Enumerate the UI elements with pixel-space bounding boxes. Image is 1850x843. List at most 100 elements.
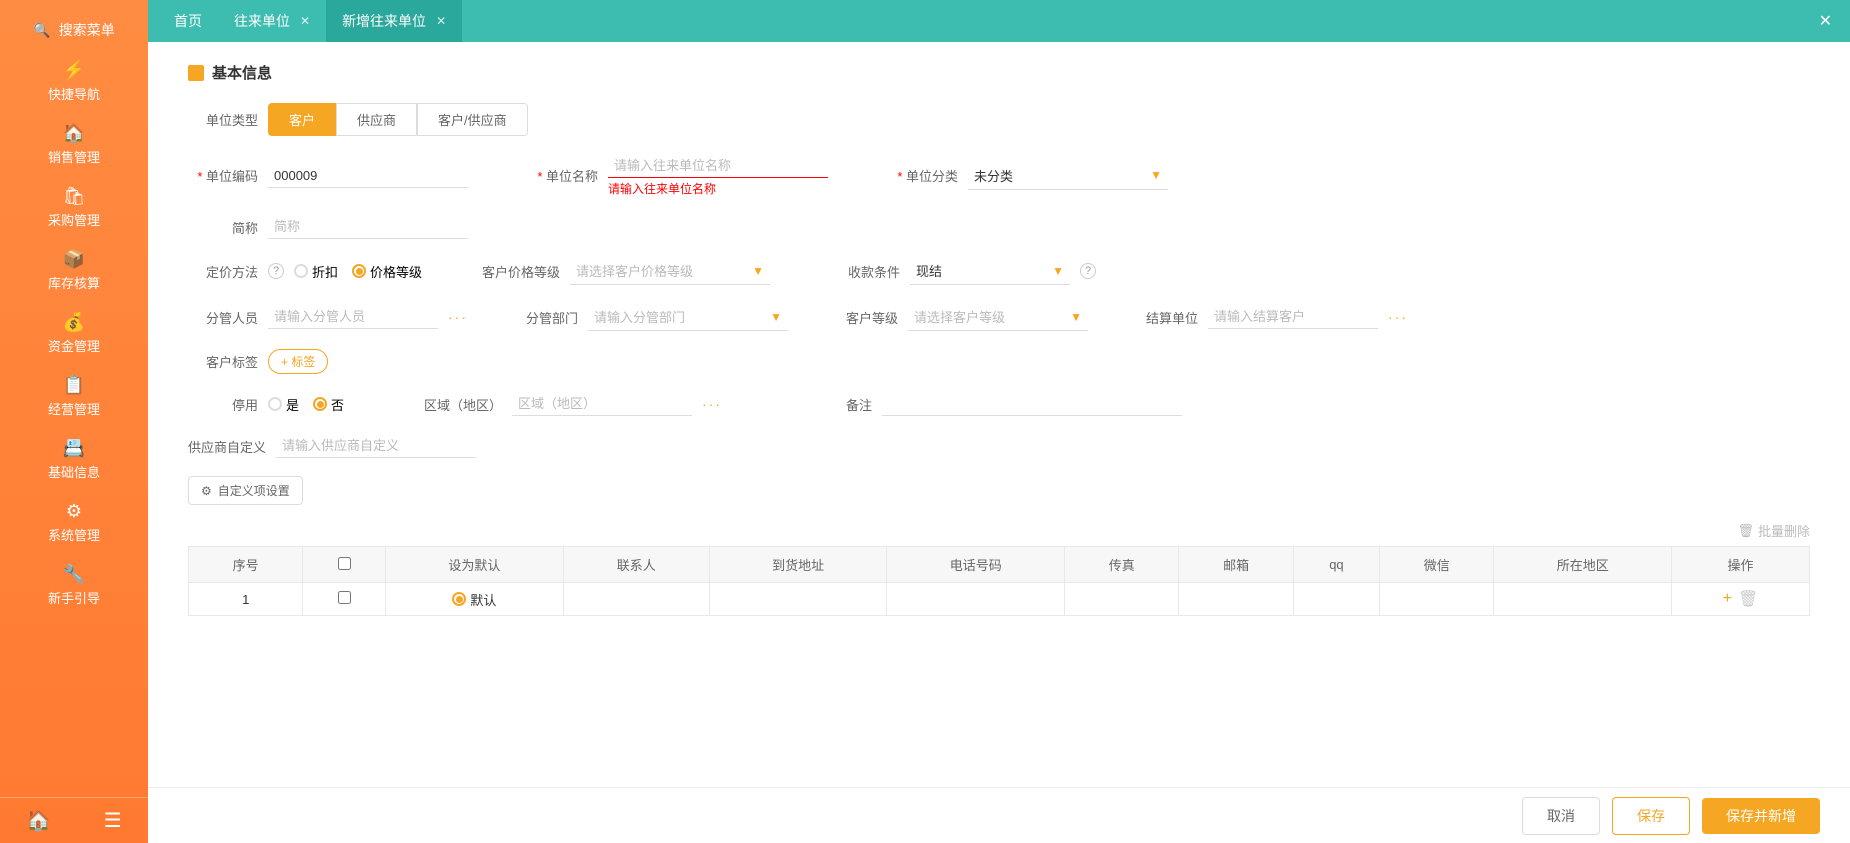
sales-icon: 🏠 [63, 123, 85, 144]
sidebar-item-label: 资金管理 [48, 336, 100, 355]
short-name-input[interactable] [268, 215, 468, 239]
bars-bottom-icon[interactable]: ☰ [104, 808, 122, 833]
customer-level-placeholder: 请选择客户等级 [914, 307, 1005, 326]
system-icon: ⚙ [66, 501, 82, 522]
disabled-no-radio[interactable]: 否 [313, 395, 344, 414]
row-delete-button[interactable]: 🗑 [1738, 589, 1758, 609]
sidebar-item-finance[interactable]: 💰 资金管理 [0, 302, 148, 365]
custom-settings-label: 自定义项设置 [218, 482, 290, 499]
settlement-more-btn[interactable]: ··· [1388, 309, 1408, 325]
region-more-btn[interactable]: ··· [702, 396, 722, 412]
section-title: 基本信息 [212, 62, 272, 83]
tab-counterparty-close[interactable]: ✕ [300, 14, 310, 28]
row-actions-cell: + 🗑 [1672, 583, 1810, 616]
sidebar-item-operations[interactable]: 📋 经营管理 [0, 365, 148, 428]
tab-bar: 首页 往来单位 ✕ 新增往来单位 ✕ ✕ [148, 0, 1850, 42]
section-header-icon [188, 65, 204, 81]
sidebar-item-label: 库存核算 [48, 273, 100, 292]
short-name-row: 简称 [188, 215, 1810, 239]
batch-delete-icon: 🗑 [1737, 523, 1754, 539]
row-address [709, 583, 887, 616]
supplier-custom-input[interactable] [276, 434, 476, 458]
tag-add-button[interactable]: + 标签 [268, 349, 328, 374]
code-input[interactable] [268, 164, 468, 188]
row-default-label: 默认 [470, 590, 496, 609]
tab-new-counterparty-close[interactable]: ✕ [436, 14, 446, 28]
customer-price-label: 客户价格等级 [482, 262, 560, 281]
sidebar-item-sales-mgmt[interactable]: 🏠 销售管理 [0, 113, 148, 176]
sidebar-item-basic-info[interactable]: 📇 基础信息 [0, 428, 148, 491]
row-phone [887, 583, 1065, 616]
payment-select[interactable]: 现结 ▼ [910, 257, 1070, 285]
row-default-radio[interactable]: 默认 [396, 590, 553, 609]
table-body: 1 默认 [189, 583, 1810, 616]
tab-new-counterparty[interactable]: 新增往来单位 ✕ [326, 0, 462, 42]
category-select[interactable]: 未分类 ▼ [968, 162, 1168, 190]
home-bottom-icon[interactable]: 🏠 [26, 808, 51, 833]
manager-more-btn[interactable]: ··· [448, 309, 468, 325]
save-button[interactable]: 保存 [1612, 797, 1690, 835]
customer-price-arrow: ▼ [752, 264, 764, 278]
type-btn-customer[interactable]: 客户 [268, 103, 336, 136]
inventory-icon: 📦 [63, 249, 85, 270]
custom-settings-button[interactable]: ⚙ 自定义项设置 [188, 476, 303, 505]
sidebar-item-system-mgmt[interactable]: ⚙ 系统管理 [0, 491, 148, 554]
row-fax [1065, 583, 1179, 616]
operations-icon: 📋 [63, 375, 85, 396]
content-area: 基本信息 单位类型 客户 供应商 客户/供应商 单位编码 单位名称 [148, 42, 1850, 787]
purchase-icon: 🛍 [63, 186, 86, 207]
sidebar-item-search-menu[interactable]: 🔍 搜索菜单 [0, 10, 148, 50]
sidebar-item-purchase-mgmt[interactable]: 🛍 采购管理 [0, 176, 148, 239]
disabled-yes-radio[interactable]: 是 [268, 395, 299, 414]
tab-home-label: 首页 [174, 11, 202, 31]
price-level-radio-circle [352, 264, 366, 278]
pricing-label: 定价方法 [188, 262, 258, 281]
row-actions: + 🗑 [1682, 589, 1799, 609]
cancel-button[interactable]: 取消 [1522, 797, 1600, 835]
sidebar-item-label: 系统管理 [48, 525, 100, 544]
disabled-label: 停用 [188, 395, 258, 414]
name-label: 单位名称 [528, 166, 598, 185]
pricing-help-icon[interactable]: ? [268, 263, 284, 279]
payment-arrow: ▼ [1052, 264, 1064, 278]
name-input[interactable] [608, 154, 828, 178]
batch-delete-label[interactable]: 批量删除 [1758, 521, 1810, 540]
customer-level-select[interactable]: 请选择客户等级 ▼ [908, 303, 1088, 331]
type-btn-both[interactable]: 客户/供应商 [417, 103, 528, 136]
customer-price-select[interactable]: 请选择客户价格等级 ▼ [570, 257, 770, 285]
customer-level-arrow: ▼ [1070, 310, 1082, 324]
settlement-input[interactable] [1208, 305, 1378, 329]
sidebar-item-label: 快捷导航 [48, 84, 100, 103]
payment-help-icon[interactable]: ? [1080, 263, 1096, 279]
sidebar-bottom: 🏠 ☰ [0, 797, 148, 843]
row-default-cell: 默认 [386, 583, 564, 616]
sidebar: 🔍 搜索菜单 ⚡ 快捷导航 🏠 销售管理 🛍 采购管理 📦 库存核算 💰 资金管… [0, 0, 148, 843]
dept-label: 分管部门 [508, 308, 578, 327]
region-input[interactable] [512, 392, 692, 416]
sidebar-item-label: 采购管理 [48, 210, 100, 229]
tab-bar-close-all[interactable]: ✕ [1811, 7, 1840, 35]
remark-input[interactable] [882, 392, 1182, 416]
sidebar-item-guide[interactable]: 🔧 新手引导 [0, 554, 148, 617]
code-label: 单位编码 [188, 166, 258, 185]
pricing-radio-price-level[interactable]: 价格等级 [352, 262, 422, 281]
pricing-radio-discount[interactable]: 折扣 [294, 262, 338, 281]
col-actions: 操作 [1672, 547, 1810, 583]
sidebar-item-inventory[interactable]: 📦 库存核算 [0, 239, 148, 302]
sidebar-item-label: 基础信息 [48, 462, 100, 481]
row-add-button[interactable]: + [1723, 590, 1732, 608]
sidebar-item-quick-nav[interactable]: ⚡ 快捷导航 [0, 50, 148, 113]
sidebar-item-label: 新手引导 [48, 588, 100, 607]
dept-select[interactable]: 请输入分管部门 ▼ [588, 303, 788, 331]
type-btn-supplier[interactable]: 供应商 [336, 103, 417, 136]
name-field-group: 请输入往来单位名称 [608, 154, 828, 197]
save-new-button[interactable]: 保存并新增 [1702, 798, 1820, 834]
tab-counterparty[interactable]: 往来单位 ✕ [218, 0, 326, 42]
manager-input[interactable] [268, 305, 438, 329]
row-checkbox[interactable] [338, 591, 351, 604]
tab-home[interactable]: 首页 [158, 0, 218, 42]
select-all-checkbox[interactable] [338, 557, 351, 570]
row-email [1179, 583, 1293, 616]
disabled-yes-circle [268, 397, 282, 411]
col-default: 设为默认 [386, 547, 564, 583]
